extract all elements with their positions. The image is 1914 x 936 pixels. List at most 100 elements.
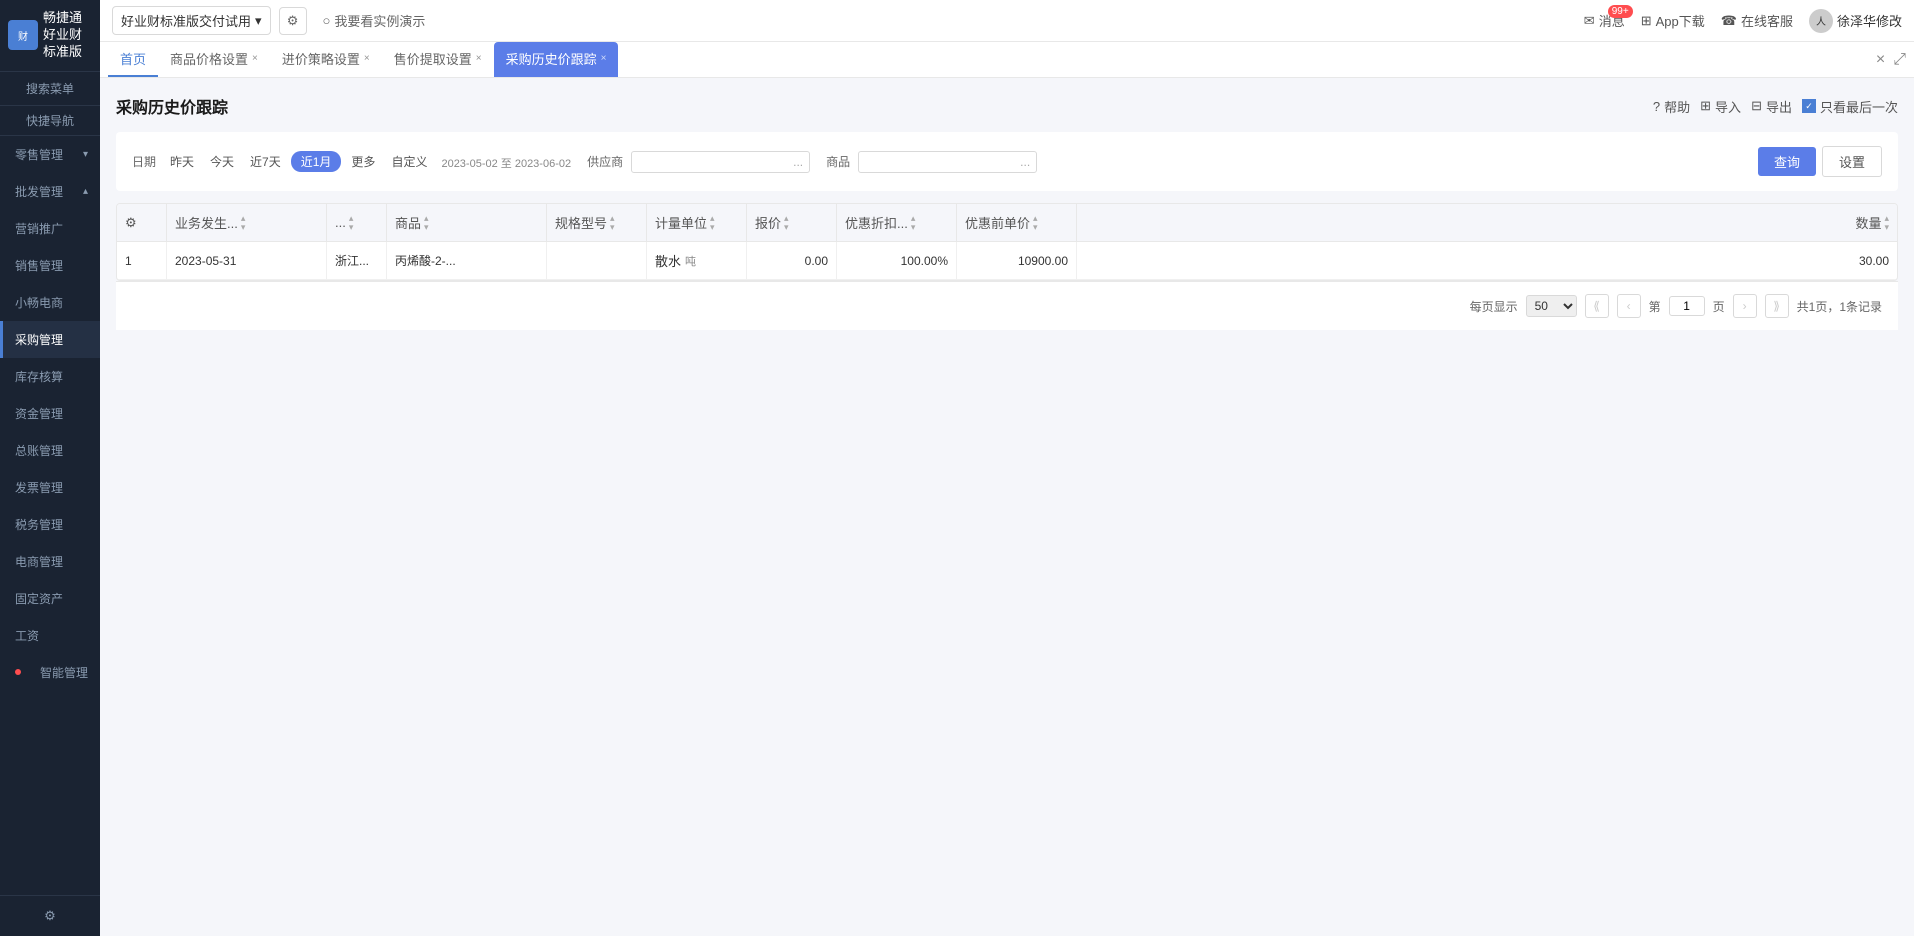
td-goods: 丙烯酸-2-... [387,242,547,279]
sidebar-item-inventory[interactable]: 库存核算 [0,358,100,395]
page-number-input[interactable] [1669,296,1705,316]
page-first-button[interactable]: ⟪ [1585,294,1609,318]
page-next-button[interactable]: › [1733,294,1757,318]
sidebar-item-smart[interactable]: 智能管理 [0,654,100,691]
help-icon: ? [1653,99,1660,114]
goods-input-wrap: ... [858,151,1037,173]
tab-strategy[interactable]: 进价策略设置 × [270,42,382,77]
th-pre-discount-price[interactable]: 优惠前单价 ▴▾ [957,204,1077,241]
page-summary: 共1页，1条记录 [1797,298,1882,315]
tab-expand-button[interactable]: ⤢ [1893,51,1906,69]
date-opt-more[interactable]: 更多 [345,151,381,172]
tab-close-price[interactable]: × [252,53,258,64]
chevron-down-icon: ▾ [255,13,262,29]
tab-close-purchase-history[interactable]: × [601,53,607,64]
sidebar-item-purchase[interactable]: 采购管理 [0,321,100,358]
sidebar-settings-button[interactable]: ⚙ [0,895,100,936]
sidebar-item-ecommerce[interactable]: 电商管理 [0,543,100,580]
dot-indicator [15,669,21,675]
sidebar-item-payroll[interactable]: 工资 [0,617,100,654]
th-quantity[interactable]: 数量 ▴▾ [1077,204,1897,241]
settings-button[interactable]: 设置 [1822,146,1882,177]
sidebar-item-invoice[interactable]: 发票管理 [0,469,100,506]
sidebar-item-tax[interactable]: 税务管理 [0,506,100,543]
goods-input[interactable] [865,155,1020,169]
help-button[interactable]: ? 帮助 [1653,97,1690,116]
sidebar-item-finance[interactable]: 资金管理 [0,395,100,432]
last-only-checkbox-label[interactable]: ✓ 只看最后一次 [1802,97,1898,116]
th-goods[interactable]: 商品 ▴▾ [387,204,547,241]
sidebar-item-sales[interactable]: 销售管理 [0,247,100,284]
data-table: ⚙ 业务发生... ▴▾ ... ▴▾ 商品 ▴▾ 规格型号 ▴▾ [116,203,1898,281]
td-date: 2023-05-31 [167,242,327,279]
last-only-checkbox[interactable]: ✓ [1802,99,1816,113]
sort-icon-pre-discount: ▴▾ [1033,214,1038,232]
filter-area: 日期 昨天 今天 近7天 近1月 更多 自定义 2023-05-02 至 202… [116,132,1898,191]
td-quantity: 30.00 [1077,242,1897,279]
sidebar-item-marketing[interactable]: 营销推广 [0,210,100,247]
sidebar-item-assets[interactable]: 固定资产 [0,580,100,617]
date-opt-1month[interactable]: 近1月 [291,151,342,172]
date-opt-custom[interactable]: 自定义 [385,151,433,172]
page-header: 采购历史价跟踪 ? 帮助 ⊞ 导入 ⊟ 导出 ✓ 只看最后一次 [116,94,1898,118]
tab-purchase-history[interactable]: 采购历史价跟踪 × [494,42,619,77]
sidebar-item-wholesale[interactable]: 批发管理 ▴ [0,173,100,210]
sidebar-item-retail[interactable]: 零售管理 ▾ [0,136,100,173]
tab-close-strategy[interactable]: × [364,53,370,64]
sidebar-item-accounting[interactable]: 总账管理 [0,432,100,469]
headset-icon: ☎ [1721,13,1737,29]
sort-icon-discount: ▴▾ [911,214,916,232]
tab-sale-price[interactable]: 售价提取设置 × [382,42,494,77]
tab-close-sale-price[interactable]: × [476,53,482,64]
online-service-button[interactable]: ☎ 在线客服 [1721,11,1793,30]
supplier-input[interactable] [638,155,793,169]
table-row: 1 2023-05-31 浙江... 丙烯酸-2-... 散水 吨 0.00 1… [117,242,1897,280]
import-icon: ⊞ [1700,98,1711,114]
th-date[interactable]: 业务发生... ▴▾ [167,204,327,241]
app-download-button[interactable]: ⊞ App下载 [1641,11,1705,30]
filter-row: 日期 昨天 今天 近7天 近1月 更多 自定义 2023-05-02 至 202… [132,146,1882,177]
tab-price[interactable]: 商品价格设置 × [158,42,270,77]
supplier-label: 供应商 [587,153,623,170]
goods-more-icon[interactable]: ... [1020,155,1030,169]
date-opt-yesterday[interactable]: 昨天 [164,151,200,172]
gear-icon[interactable]: ⚙ [125,215,137,231]
tab-home[interactable]: 首页 [108,42,158,77]
supplier-input-wrap: ... [631,151,810,173]
th-spec[interactable]: 规格型号 ▴▾ [547,204,647,241]
page-title: 采购历史价跟踪 [116,94,228,118]
th-more[interactable]: ... ▴▾ [327,204,387,241]
app-logo: 财 畅捷通好业财 标准版 [0,0,100,72]
user-menu[interactable]: 人 徐泽华修改 [1809,9,1902,33]
tab-bar: 首页 商品价格设置 × 进价策略设置 × 售价提取设置 × 采购历史价跟踪 × … [100,42,1914,78]
td-spec [547,242,647,279]
export-icon: ⊟ [1751,98,1762,114]
th-price[interactable]: 报价 ▴▾ [747,204,837,241]
content-area: 采购历史价跟踪 ? 帮助 ⊞ 导入 ⊟ 导出 ✓ 只看最后一次 [100,78,1914,936]
th-unit[interactable]: 计量单位 ▴▾ [647,204,747,241]
supplier-more-icon[interactable]: ... [793,155,803,169]
download-icon: ⊞ [1641,13,1652,29]
th-discount[interactable]: 优惠折扣... ▴▾ [837,204,957,241]
date-opt-7days[interactable]: 近7天 [244,151,287,172]
query-button[interactable]: 查询 [1758,147,1816,176]
message-icon: ✉ [1584,13,1595,29]
import-button[interactable]: ⊞ 导入 [1700,97,1741,116]
td-index: 1 [117,242,167,279]
sidebar-item-ecommerce-small[interactable]: 小畅电商 [0,284,100,321]
main-area: 好业财标准版交付试用 ▾ ⚙ ○ 我要看实例演示 ✉ 消息 99+ ⊞ App下… [100,0,1914,936]
page-last-button[interactable]: ⟫ [1765,294,1789,318]
sidebar-quick-nav[interactable]: 快捷导航 [0,106,100,136]
per-page-select[interactable]: 50 100 [1526,295,1577,317]
settings-button[interactable]: ⚙ [279,7,307,35]
messages-button[interactable]: ✉ 消息 99+ [1584,11,1625,30]
sort-icon-goods: ▴▾ [424,214,429,232]
td-discount: 100.00% [837,242,957,279]
tab-close-all-button[interactable]: × [1876,51,1885,69]
version-selector[interactable]: 好业财标准版交付试用 ▾ [112,6,271,35]
export-button[interactable]: ⊟ 导出 [1751,97,1792,116]
date-opt-today[interactable]: 今天 [204,151,240,172]
sidebar-search[interactable]: 搜索菜单 [0,72,100,106]
page-prev-button[interactable]: ‹ [1617,294,1641,318]
demo-button[interactable]: ○ 我要看实例演示 [323,11,426,30]
